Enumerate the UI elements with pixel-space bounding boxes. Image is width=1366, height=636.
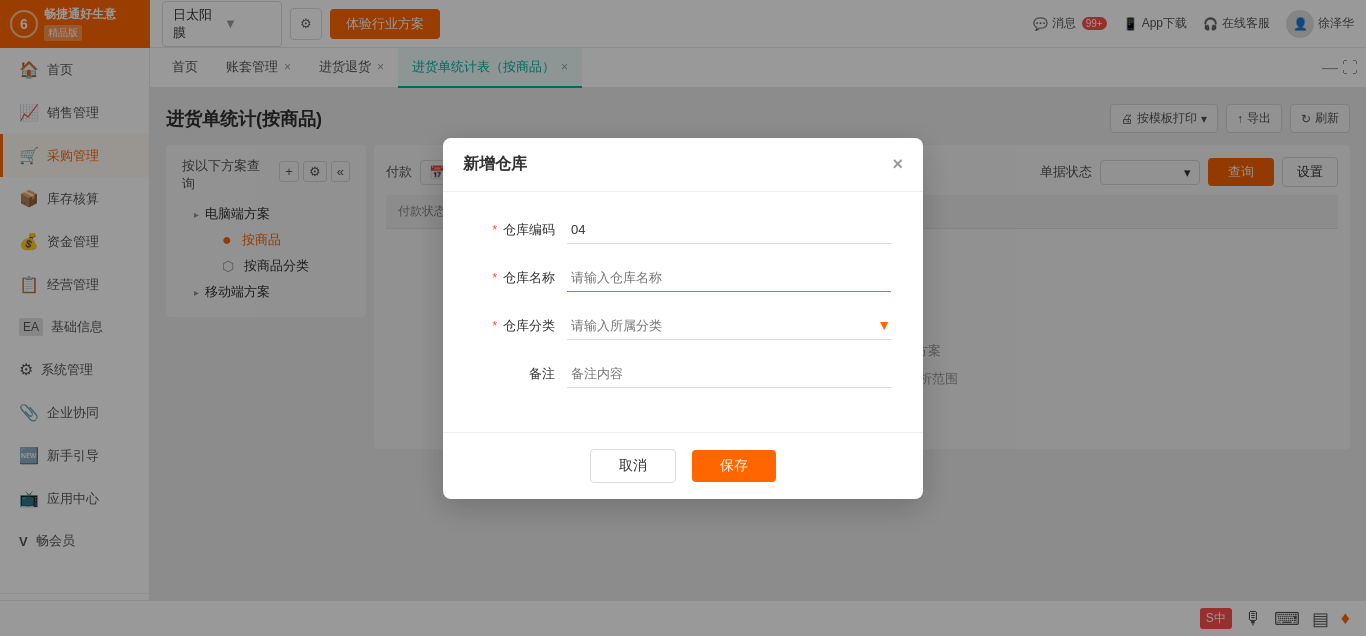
category-dropdown-arrow: ▼ [877, 317, 891, 333]
modal-body: * 仓库编码 * 仓库名称 * [443, 192, 923, 432]
cancel-button[interactable]: 取消 [590, 449, 676, 483]
form-label-name: * 仓库名称 [475, 269, 555, 287]
form-row-remark: 备注 [475, 360, 891, 388]
warehouse-name-input[interactable] [567, 264, 891, 292]
save-button[interactable]: 保存 [692, 450, 776, 482]
form-input-wrapper-name [567, 264, 891, 292]
form-row-category: * 仓库分类 ▼ [475, 312, 891, 340]
form-row-name: * 仓库名称 [475, 264, 891, 292]
modal-header: 新增仓库 × [443, 138, 923, 192]
form-select-wrapper-category[interactable]: ▼ [567, 312, 891, 340]
form-input-wrapper-code [567, 216, 891, 244]
warehouse-category-input[interactable] [567, 312, 877, 339]
modal: 新增仓库 × * 仓库编码 * 仓库名称 [443, 138, 923, 499]
form-input-wrapper-remark [567, 360, 891, 388]
form-label-code: * 仓库编码 [475, 221, 555, 239]
modal-title: 新增仓库 [463, 154, 527, 175]
modal-close-button[interactable]: × [892, 154, 903, 175]
modal-footer: 取消 保存 [443, 432, 923, 499]
form-label-category: * 仓库分类 [475, 317, 555, 335]
form-label-remark: 备注 [475, 365, 555, 383]
remark-input[interactable] [567, 360, 891, 388]
form-row-code: * 仓库编码 [475, 216, 891, 244]
modal-overlay[interactable]: 新增仓库 × * 仓库编码 * 仓库名称 [0, 0, 1366, 636]
warehouse-code-input[interactable] [567, 216, 891, 244]
